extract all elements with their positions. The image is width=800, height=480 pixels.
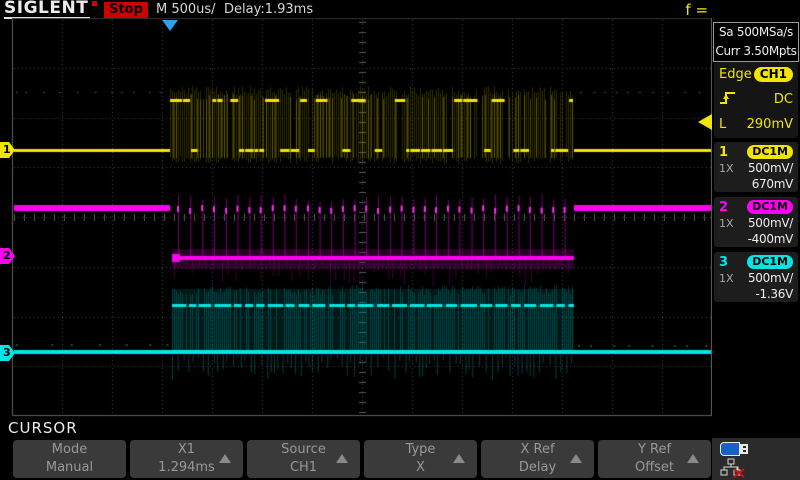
oscilloscope-screen: SIGLENT Stop M 500us/ Delay:1.93ms f = 8…: [0, 0, 800, 480]
memory-depth: Curr 3.50Mpts: [715, 44, 797, 58]
trigger-mode: Edge: [719, 67, 752, 82]
channel-1-scale: 500mV/: [747, 161, 793, 175]
trigger-info-box[interactable]: Edge CH1 DC L 290mV: [714, 62, 798, 138]
channel-2-offset: -400mV: [747, 231, 794, 246]
channel-1-offset: 670mV: [751, 176, 794, 191]
timebase-readout: M 500us/: [156, 2, 216, 17]
channel-1-info-box[interactable]: 1 DC1M 1X 500mV/ 670mV: [714, 142, 798, 192]
lan-disconnected-icon: [720, 458, 746, 480]
waveform-display: [0, 18, 712, 418]
brand-logo: SIGLENT: [4, 0, 98, 19]
up-arrow-icon: [336, 454, 348, 463]
channel-3-coupling-badge: DC1M: [747, 255, 793, 269]
softkey-mode[interactable]: Mode Manual: [13, 440, 126, 478]
channel-3-info-box[interactable]: 3 DC1M 1X 500mV/ -1.36V: [714, 252, 798, 302]
channel-3-offset: -1.36V: [755, 286, 794, 301]
channel-1-number: 1: [719, 144, 729, 160]
channel-2-probe: 1X: [719, 216, 734, 230]
softkey-menu: Mode Manual X1 1.294ms Source CH1 Type X…: [13, 440, 711, 478]
menu-title: CURSOR: [8, 419, 78, 437]
channel-3-probe: 1X: [719, 271, 734, 285]
delay-readout: Delay:1.93ms: [224, 2, 314, 17]
trigger-level-value: 290mV: [746, 117, 793, 132]
right-sidebar: Sa 500MSa/s Curr 3.50Mpts Edge CH1 DC L …: [712, 0, 800, 438]
rising-edge-icon: [719, 90, 737, 109]
up-arrow-icon: [687, 454, 699, 463]
softkey-source[interactable]: Source CH1: [247, 440, 360, 478]
trigger-level-label: L: [719, 117, 727, 132]
top-status-bar: SIGLENT Stop M 500us/ Delay:1.93ms f = 8…: [0, 0, 800, 20]
trigger-source-badge: CH1: [753, 67, 793, 82]
sample-rate: Sa 500MSa/s: [718, 25, 793, 39]
channel-2-number: 2: [719, 199, 729, 215]
channel-2-info-box[interactable]: 2 DC1M 1X 500mV/ -400mV: [714, 197, 798, 247]
softkey-xref[interactable]: X Ref Delay: [481, 440, 594, 478]
up-arrow-icon: [453, 454, 465, 463]
acquisition-info-box: Sa 500MSa/s Curr 3.50Mpts: [713, 22, 799, 62]
softkey-yref[interactable]: Y Ref Offset: [598, 440, 711, 478]
run-state-badge: Stop: [104, 2, 148, 18]
up-arrow-icon: [570, 454, 582, 463]
channel-3-scale: 500mV/: [747, 271, 793, 285]
brand-logo-dot: [92, 1, 98, 6]
channel-1-coupling-badge: DC1M: [747, 145, 793, 159]
channel-2-coupling-badge: DC1M: [747, 200, 793, 214]
usb-icon: [720, 442, 750, 456]
trigger-coupling: DC: [773, 92, 793, 107]
up-arrow-icon: [219, 454, 231, 463]
status-icon-panel: [712, 438, 800, 480]
channel-2-scale: 500mV/: [747, 216, 793, 230]
softkey-x1[interactable]: X1 1.294ms: [130, 440, 243, 478]
channel-3-number: 3: [719, 254, 729, 270]
channel-1-probe: 1X: [719, 161, 734, 175]
softkey-type[interactable]: Type X: [364, 440, 477, 478]
